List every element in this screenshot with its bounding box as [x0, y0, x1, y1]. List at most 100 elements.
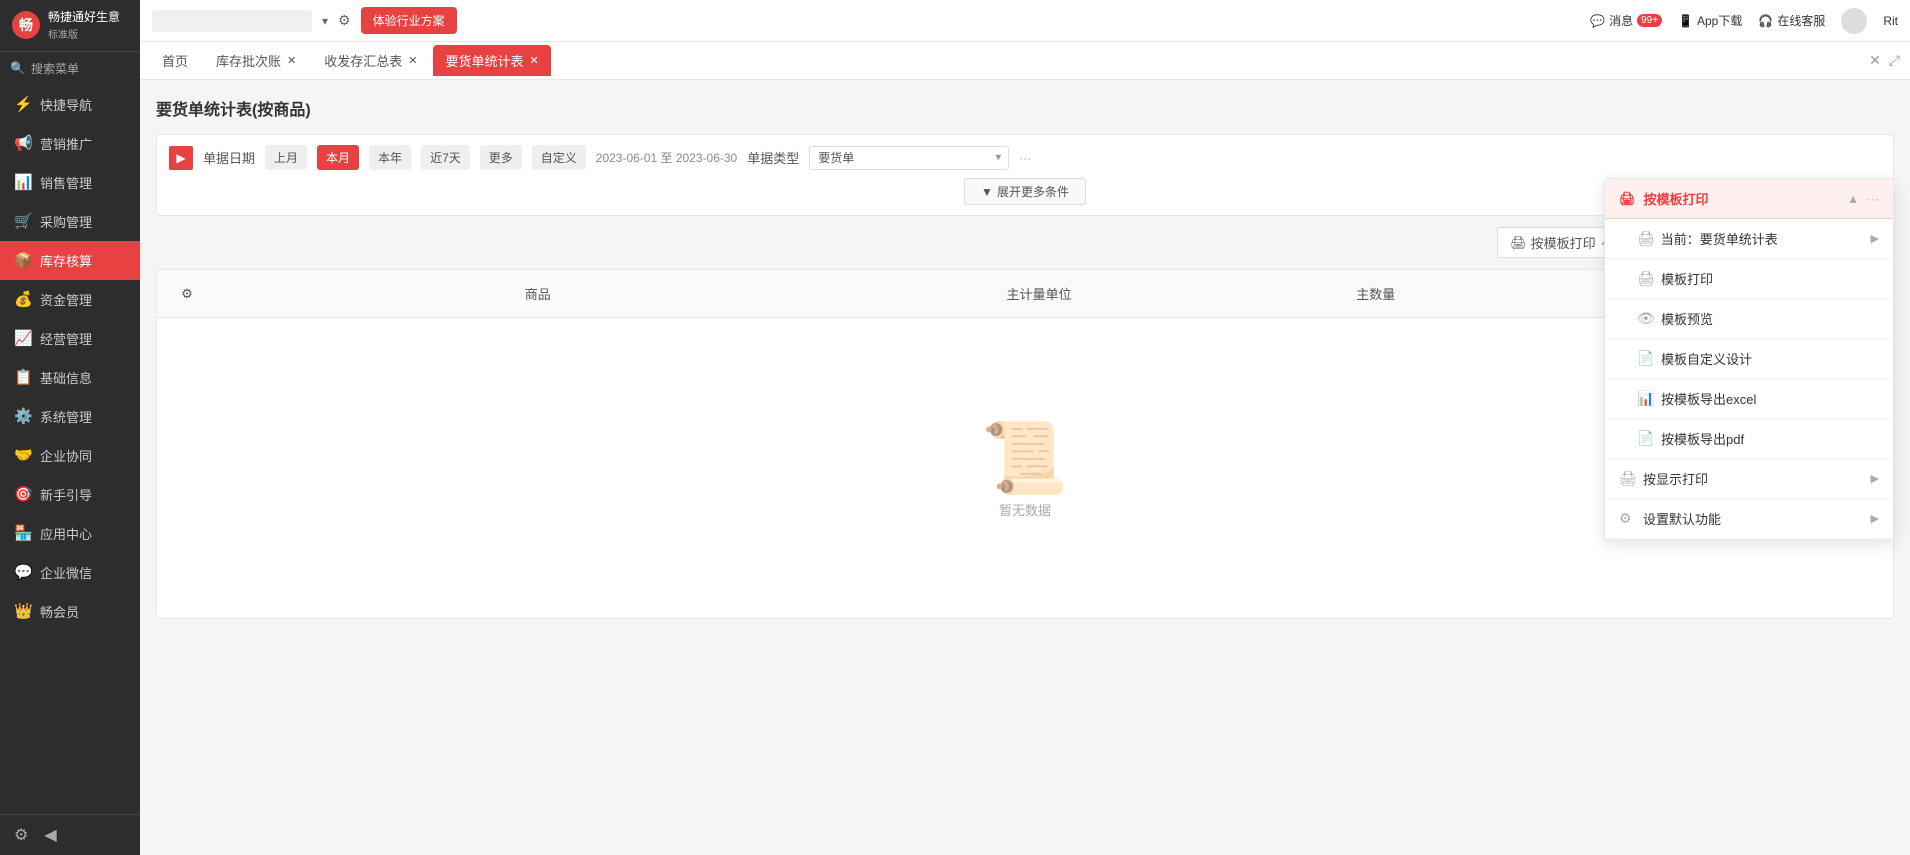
sidebar-search-label: 搜索菜单 [31, 60, 79, 77]
topbar-messages[interactable]: 💬 消息 99+ [1590, 12, 1662, 29]
date-btn-prev-month[interactable]: 上月 [265, 145, 307, 170]
sidebar-item-label: 应用中心 [40, 524, 92, 543]
filter-row: ▶ 单据日期 上月 本月 本年 近7天 更多 自定义 2023-06-01 至 … [169, 145, 1881, 170]
filter-toggle-btn[interactable]: ▶ [169, 146, 193, 170]
sidebar-sound-icon[interactable]: ◀ [44, 825, 56, 845]
tab-order-summary[interactable]: 要货单统计表 ✕ [433, 45, 550, 76]
tab-batch-account-close[interactable]: ✕ [287, 54, 296, 67]
date-btn-custom[interactable]: 自定义 [532, 145, 586, 170]
sidebar-item-sales[interactable]: 📊 销售管理 [0, 163, 140, 202]
topbar-avatar [1841, 8, 1867, 34]
type-select-wrap: 要货单 [809, 146, 1009, 170]
th-product: 商品 [205, 278, 871, 309]
template-pdf-icon: 📄 [1637, 430, 1653, 447]
system-icon: ⚙️ [14, 407, 32, 425]
purchase-icon: 🛒 [14, 212, 32, 230]
sidebar-item-label: 企业协同 [40, 446, 92, 465]
sidebar-item-collab[interactable]: 🤝 企业协同 [0, 436, 140, 475]
template-excel-icon: 📊 [1637, 390, 1653, 407]
current-arrow: ▶ [1871, 232, 1879, 245]
dropdown-item-display-print[interactable]: 🖨 按显示打印 ▶ [1605, 459, 1893, 499]
industry-btn[interactable]: 体验行业方案 [361, 7, 457, 34]
filter-expand-btn[interactable]: ▼ 展开更多条件 [964, 178, 1086, 205]
dropdown-item-template-pdf[interactable]: 📄 按模板导出pdf [1605, 419, 1893, 459]
dropdown-item-template-design[interactable]: 📄 模板自定义设计 [1605, 339, 1893, 379]
sidebar-search[interactable]: 🔍 搜索菜单 [0, 52, 140, 85]
sidebar-footer: ⚙ ◀ [0, 814, 140, 855]
tab-order-close[interactable]: ✕ [530, 54, 539, 67]
more-icon[interactable]: ··· [1867, 192, 1879, 206]
sidebar-item-system[interactable]: ⚙️ 系统管理 [0, 397, 140, 436]
tab-maximize-icon[interactable]: ⤢ [1889, 52, 1900, 69]
collapse-icon[interactable]: ▲ [1847, 192, 1859, 206]
tab-batch-account[interactable]: 库存批次账 ✕ [204, 45, 308, 76]
type-filter-select[interactable]: 要货单 [809, 146, 1009, 170]
topbar-gear-icon[interactable]: ⚙ [338, 12, 351, 29]
print-dropdown-menu: 🖨 按模板打印 ▲ ··· 🖨 当前：要货单统计表 ▶ 🖨 模板打印 [1604, 178, 1894, 540]
dropdown-item-template-excel[interactable]: 📊 按模板导出excel [1605, 379, 1893, 419]
tab-collection-summary[interactable]: 收发存汇总表 ✕ [312, 45, 429, 76]
date-btn-this-month[interactable]: 本月 [317, 145, 359, 170]
dropdown-item-template-print[interactable]: 🖨 模板打印 [1605, 259, 1893, 299]
template-excel-label: 按模板导出excel [1661, 389, 1756, 408]
sidebar-item-finance[interactable]: 💰 资金管理 [0, 280, 140, 319]
sidebar-item-operations[interactable]: 📈 经营管理 [0, 319, 140, 358]
topbar-username[interactable]: Rit [1883, 14, 1898, 28]
finance-icon: 💰 [14, 290, 32, 308]
sidebar-item-quick-nav[interactable]: ⚡ 快捷导航 [0, 85, 140, 124]
tab-collection-close[interactable]: ✕ [408, 54, 417, 67]
empty-text: 暂无数据 [999, 500, 1051, 519]
page-content: 要货单统计表(按商品) ▶ 单据日期 上月 本月 本年 近7天 更多 自定义 2… [140, 80, 1910, 855]
sidebar-item-label: 系统管理 [40, 407, 92, 426]
set-default-arrow: ▶ [1871, 512, 1879, 525]
topbar-online-service[interactable]: 🎧 在线客服 [1758, 12, 1825, 29]
sidebar-item-marketing[interactable]: 📢 营销推广 [0, 124, 140, 163]
print-btn-label: 按模板打印 [1531, 233, 1596, 252]
expand-label: 展开更多条件 [997, 183, 1069, 200]
sales-icon: 📊 [14, 173, 32, 191]
topbar-app-download[interactable]: 📱 App下载 [1678, 12, 1742, 29]
topbar-right: 💬 消息 99+ 📱 App下载 🎧 在线客服 Rit [1590, 8, 1898, 34]
page-title: 要货单统计表(按商品) [156, 96, 1894, 120]
sidebar-item-label: 企业微信 [40, 563, 92, 582]
th-settings[interactable]: ⚙ [169, 280, 205, 308]
display-print-label: 按显示打印 [1643, 469, 1708, 488]
display-print-left: 🖨 按显示打印 [1619, 469, 1708, 488]
sidebar-item-basic[interactable]: 📋 基础信息 [0, 358, 140, 397]
sidebar-item-label: 新手引导 [40, 485, 92, 504]
sidebar-item-label: 快捷导航 [40, 95, 92, 114]
current-icon: 🖨 [1637, 230, 1655, 247]
dropdown-title: 按模板打印 [1644, 189, 1709, 208]
sidebar-item-appstore[interactable]: 🏪 应用中心 [0, 514, 140, 553]
date-btn-this-year[interactable]: 本年 [369, 145, 411, 170]
dropdown-current-item[interactable]: 🖨 当前：要货单统计表 ▶ [1605, 219, 1893, 259]
sidebar-settings-icon[interactable]: ⚙ [14, 825, 28, 845]
dropdown-header: 🖨 按模板打印 ▲ ··· [1605, 179, 1893, 219]
main-area: ▾ ⚙ 体验行业方案 💬 消息 99+ 📱 App下载 🎧 在线客服 Rit 首… [140, 0, 1910, 855]
sidebar-item-wechat[interactable]: 💬 企业微信 [0, 553, 140, 592]
template-design-icon: 📄 [1637, 350, 1653, 367]
sidebar-item-inventory[interactable]: 📦 库存核算 [0, 241, 140, 280]
template-print-icon: 🖨 [1637, 270, 1653, 287]
sidebar-item-purchase[interactable]: 🛒 采购管理 [0, 202, 140, 241]
operations-icon: 📈 [14, 329, 32, 347]
dropdown-header-left: 🖨 按模板打印 [1619, 189, 1709, 208]
basic-icon: 📋 [14, 368, 32, 386]
sidebar-item-guide[interactable]: 🎯 新手引导 [0, 475, 140, 514]
topbar-dropdown-icon[interactable]: ▾ [322, 14, 328, 28]
tab-home[interactable]: 首页 [150, 45, 200, 76]
dropdown-item-set-default[interactable]: ⚙ 设置默认功能 ▶ [1605, 499, 1893, 539]
wechat-icon: 💬 [14, 563, 32, 581]
sidebar-item-member[interactable]: 👑 畅会员 [0, 592, 140, 631]
tab-collection-label: 收发存汇总表 [324, 51, 402, 70]
sidebar-item-label: 销售管理 [40, 173, 92, 192]
dropdown-item-template-preview[interactable]: 👁 模板预览 [1605, 299, 1893, 339]
expand-icon: ▼ [981, 185, 993, 199]
date-btn-last7[interactable]: 近7天 [421, 145, 470, 170]
dropdown-print-icon: 🖨 [1619, 191, 1636, 207]
print-icon: 🖨 [1510, 235, 1527, 251]
tab-close-all-icon[interactable]: ✕ [1869, 52, 1881, 69]
date-btn-more[interactable]: 更多 [480, 145, 522, 170]
display-print-icon: 🖨 [1619, 470, 1635, 487]
tabs-bar: 首页 库存批次账 ✕ 收发存汇总表 ✕ 要货单统计表 ✕ ✕ ⤢ [140, 42, 1910, 80]
